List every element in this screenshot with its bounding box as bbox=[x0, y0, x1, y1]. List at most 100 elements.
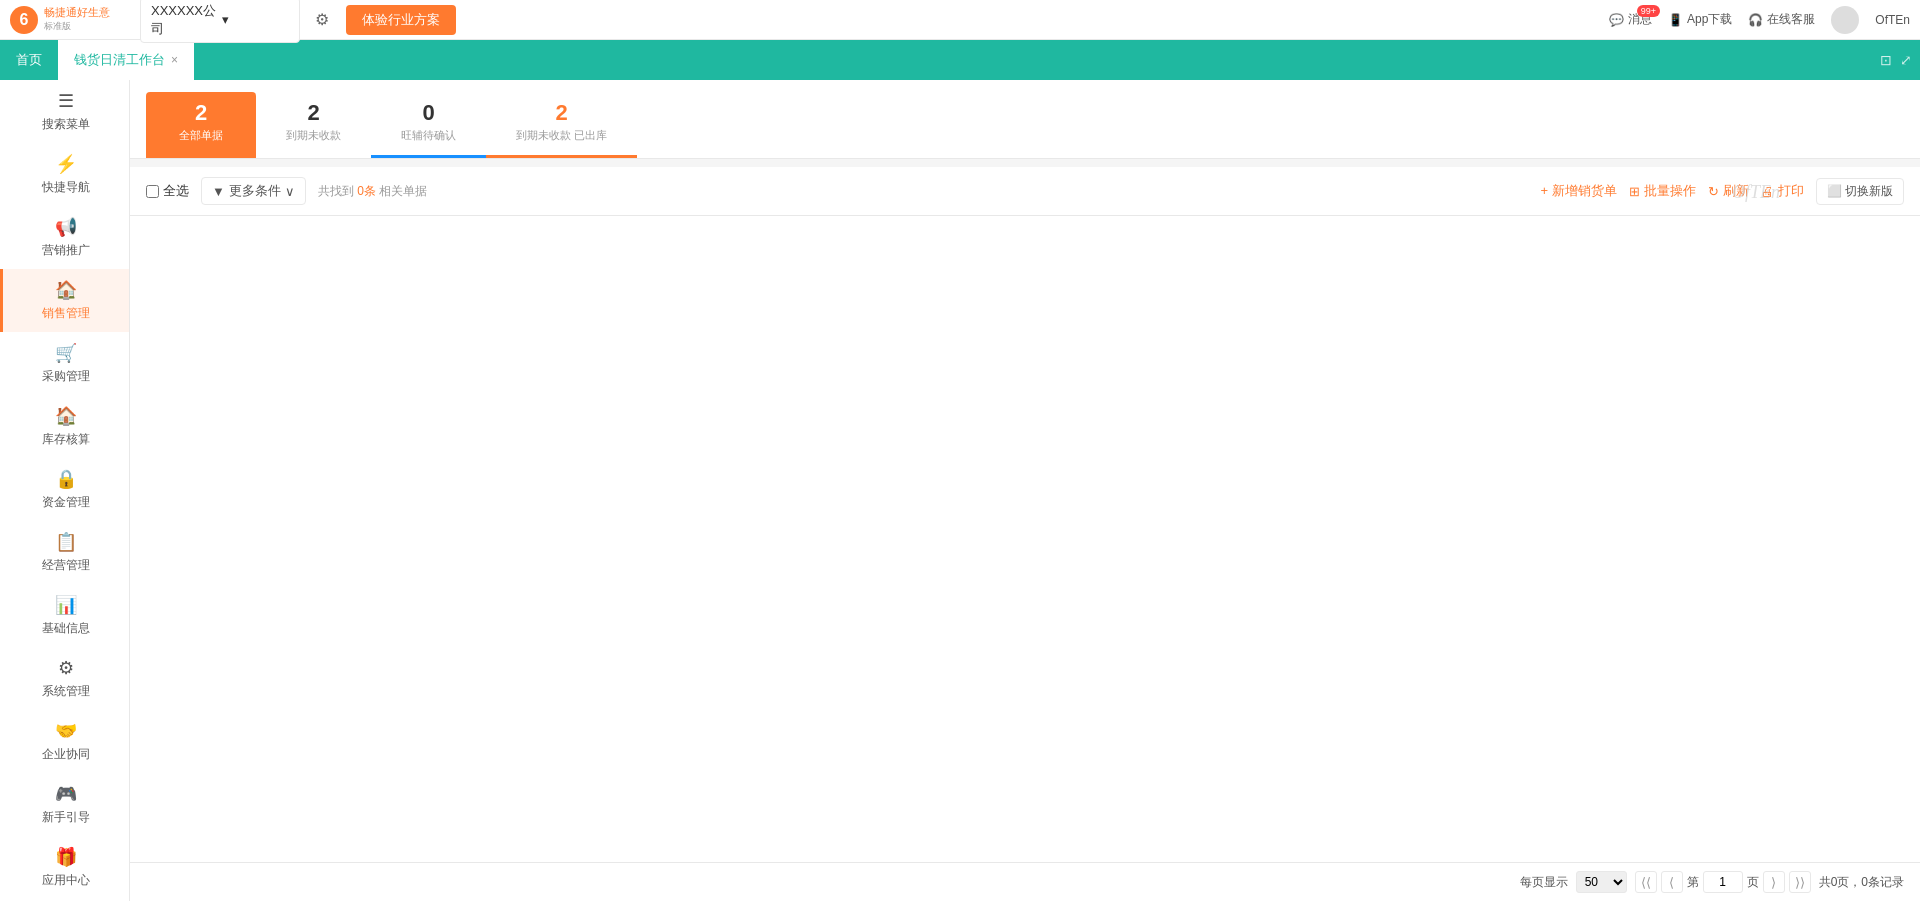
online-service-action[interactable]: 🎧 在线客服 bbox=[1748, 11, 1815, 28]
sidebar-appstore-label: 应用中心 bbox=[42, 872, 90, 889]
sidebar-item-marketing[interactable]: 📢 营销推广 bbox=[0, 206, 129, 269]
result-suffix: 相关单据 bbox=[379, 184, 427, 198]
switch-version-button[interactable]: ⬜ 切换新版 bbox=[1816, 178, 1904, 205]
top-header: 6 畅捷通好生意 标准版 XXXXXX公司 ▾ ⚙ 体验行业方案 💬 消息 99… bbox=[0, 0, 1920, 40]
page-label: 第 bbox=[1687, 874, 1699, 891]
sidebar-purchase-label: 采购管理 bbox=[42, 368, 90, 385]
online-service-label: 在线客服 bbox=[1767, 11, 1815, 28]
app-download-label: App下载 bbox=[1687, 11, 1732, 28]
stat-all-number: 2 bbox=[195, 100, 207, 126]
stat-tab-wangfu[interactable]: 0 旺辅待确认 bbox=[371, 92, 486, 158]
switch-label: 切换新版 bbox=[1845, 184, 1893, 198]
stat-tab-all[interactable]: 2 全部单据 bbox=[146, 92, 256, 158]
result-count: 0条 bbox=[357, 184, 376, 198]
appstore-icon: 🎁 bbox=[55, 846, 77, 868]
header-right: 💬 消息 99+ 📱 App下载 🎧 在线客服 OfTEn bbox=[1609, 6, 1910, 34]
operation-icon: 📋 bbox=[55, 531, 77, 553]
tab-work-station-label: 钱货日清工作台 bbox=[74, 51, 165, 69]
sidebar-item-search[interactable]: ☰ 搜索菜单 bbox=[0, 80, 129, 143]
stat-overdue-number: 2 bbox=[307, 100, 319, 126]
stat-overdue-shipped-label: 到期未收款 已出库 bbox=[516, 128, 607, 143]
enterprise-icon: 🤝 bbox=[55, 720, 77, 742]
marketing-icon: 📢 bbox=[55, 216, 77, 238]
page-nav: ⟨⟨ ⟨ 第 页 ⟩ ⟩⟩ bbox=[1635, 871, 1811, 893]
tab-home[interactable]: 首页 bbox=[0, 40, 58, 80]
sidebar-basic-label: 基础信息 bbox=[42, 620, 90, 637]
batch-icon: ⊞ bbox=[1629, 184, 1640, 199]
sidebar-item-system[interactable]: ⚙ 系统管理 bbox=[0, 647, 129, 710]
pagination-bar: 每页显示 50 100 200 ⟨⟨ ⟨ 第 页 ⟩ ⟩⟩ 共0页，0条记录 bbox=[130, 862, 1920, 901]
settings-icon[interactable]: ⚙ bbox=[308, 6, 336, 34]
sidebar-item-operation[interactable]: 📋 经营管理 bbox=[0, 521, 129, 584]
tab-restore-icon[interactable]: ⊡ bbox=[1880, 52, 1892, 68]
page-next-button[interactable]: ⟩ bbox=[1763, 871, 1785, 893]
total-label: 共0页，0条记录 bbox=[1819, 874, 1904, 891]
service-icon: 🎧 bbox=[1748, 13, 1763, 27]
finance-icon: 🔒 bbox=[55, 468, 77, 490]
search-menu-icon: ☰ bbox=[58, 90, 74, 112]
tab-home-label: 首页 bbox=[16, 51, 42, 69]
sidebar-item-guide[interactable]: 🎮 新手引导 bbox=[0, 773, 129, 836]
basic-icon: 📊 bbox=[55, 594, 77, 616]
sidebar-item-purchase[interactable]: 🛒 采购管理 bbox=[0, 332, 129, 395]
user-name: OfTEn bbox=[1875, 13, 1910, 27]
page-suffix: 页 bbox=[1747, 874, 1759, 891]
filter-icon: ▼ bbox=[212, 184, 225, 199]
batch-operation-button[interactable]: ⊞ 批量操作 bbox=[1629, 182, 1696, 200]
tab-work-station[interactable]: 钱货日清工作台 × bbox=[58, 40, 194, 80]
inventory-icon: 🏠 bbox=[55, 405, 77, 427]
sidebar-enterprise-label: 企业协同 bbox=[42, 746, 90, 763]
avatar[interactable] bbox=[1831, 6, 1859, 34]
stat-wangfu-label: 旺辅待确认 bbox=[401, 128, 456, 143]
tab-close-icon[interactable]: × bbox=[171, 53, 178, 67]
message-action[interactable]: 💬 消息 99+ bbox=[1609, 11, 1652, 28]
sidebar-system-label: 系统管理 bbox=[42, 683, 90, 700]
stat-tab-overdue-shipped[interactable]: 2 到期未收款 已出库 bbox=[486, 92, 637, 158]
refresh-button[interactable]: ↻ 刷新 bbox=[1708, 182, 1749, 200]
tab-maximize-icon[interactable]: ⤢ bbox=[1900, 52, 1912, 68]
sidebar: ☰ 搜索菜单 ⚡ 快捷导航 📢 营销推广 🏠 销售管理 🛒 采购管理 🏠 库存核… bbox=[0, 80, 130, 901]
logo-area: 6 畅捷通好生意 标准版 bbox=[10, 6, 140, 34]
sidebar-item-basic[interactable]: 📊 基础信息 bbox=[0, 584, 129, 647]
sidebar-finance-label: 资金管理 bbox=[42, 494, 90, 511]
logo-text: 畅捷通好生意 bbox=[44, 6, 110, 19]
table-area bbox=[130, 216, 1920, 862]
page-first-button[interactable]: ⟨⟨ bbox=[1635, 871, 1657, 893]
nav-tabs-right: ⊡ ⤢ bbox=[1880, 40, 1920, 80]
guide-icon: 🎮 bbox=[55, 783, 77, 805]
dropdown-arrow-icon: ▾ bbox=[222, 12, 289, 27]
trial-button[interactable]: 体验行业方案 bbox=[346, 5, 456, 35]
sidebar-sales-label: 销售管理 bbox=[42, 305, 90, 322]
sidebar-item-nav[interactable]: ⚡ 快捷导航 bbox=[0, 143, 129, 206]
stat-tab-overdue[interactable]: 2 到期未收款 bbox=[256, 92, 371, 158]
sidebar-item-enterprise[interactable]: 🤝 企业协同 bbox=[0, 710, 129, 773]
sidebar-operation-label: 经营管理 bbox=[42, 557, 90, 574]
print-label: 打印 bbox=[1778, 182, 1804, 200]
per-page-label: 每页显示 bbox=[1520, 874, 1568, 891]
per-page-select[interactable]: 50 100 200 bbox=[1576, 871, 1627, 893]
sidebar-item-appstore[interactable]: 🎁 应用中心 bbox=[0, 836, 129, 899]
sidebar-item-inventory[interactable]: 🏠 库存核算 bbox=[0, 395, 129, 458]
sidebar-nav-label: 快捷导航 bbox=[42, 179, 90, 196]
purchase-icon: 🛒 bbox=[55, 342, 77, 364]
page-prev-button[interactable]: ⟨ bbox=[1661, 871, 1683, 893]
select-all-label: 全选 bbox=[163, 182, 189, 200]
company-name: XXXXXX公司 bbox=[151, 2, 218, 38]
sidebar-marketing-label: 营销推广 bbox=[42, 242, 90, 259]
sidebar-inventory-label: 库存核算 bbox=[42, 431, 90, 448]
page-last-button[interactable]: ⟩⟩ bbox=[1789, 871, 1811, 893]
app-download-action[interactable]: 📱 App下载 bbox=[1668, 11, 1732, 28]
sidebar-item-finance[interactable]: 🔒 资金管理 bbox=[0, 458, 129, 521]
filter-label: 更多条件 bbox=[229, 182, 281, 200]
company-selector[interactable]: XXXXXX公司 ▾ bbox=[140, 0, 300, 43]
select-all-input[interactable] bbox=[146, 185, 159, 198]
message-badge: 99+ bbox=[1637, 5, 1660, 17]
print-button[interactable]: 🖨 打印 bbox=[1761, 182, 1804, 200]
batch-label: 批量操作 bbox=[1644, 182, 1696, 200]
add-sale-order-button[interactable]: + 新增销货单 bbox=[1540, 182, 1616, 200]
sidebar-search-label: 搜索菜单 bbox=[42, 116, 90, 133]
filter-button[interactable]: ▼ 更多条件 ∨ bbox=[201, 177, 306, 205]
sidebar-item-sales[interactable]: 🏠 销售管理 bbox=[0, 269, 129, 332]
page-number-input[interactable] bbox=[1703, 871, 1743, 893]
select-all-checkbox[interactable]: 全选 bbox=[146, 182, 189, 200]
